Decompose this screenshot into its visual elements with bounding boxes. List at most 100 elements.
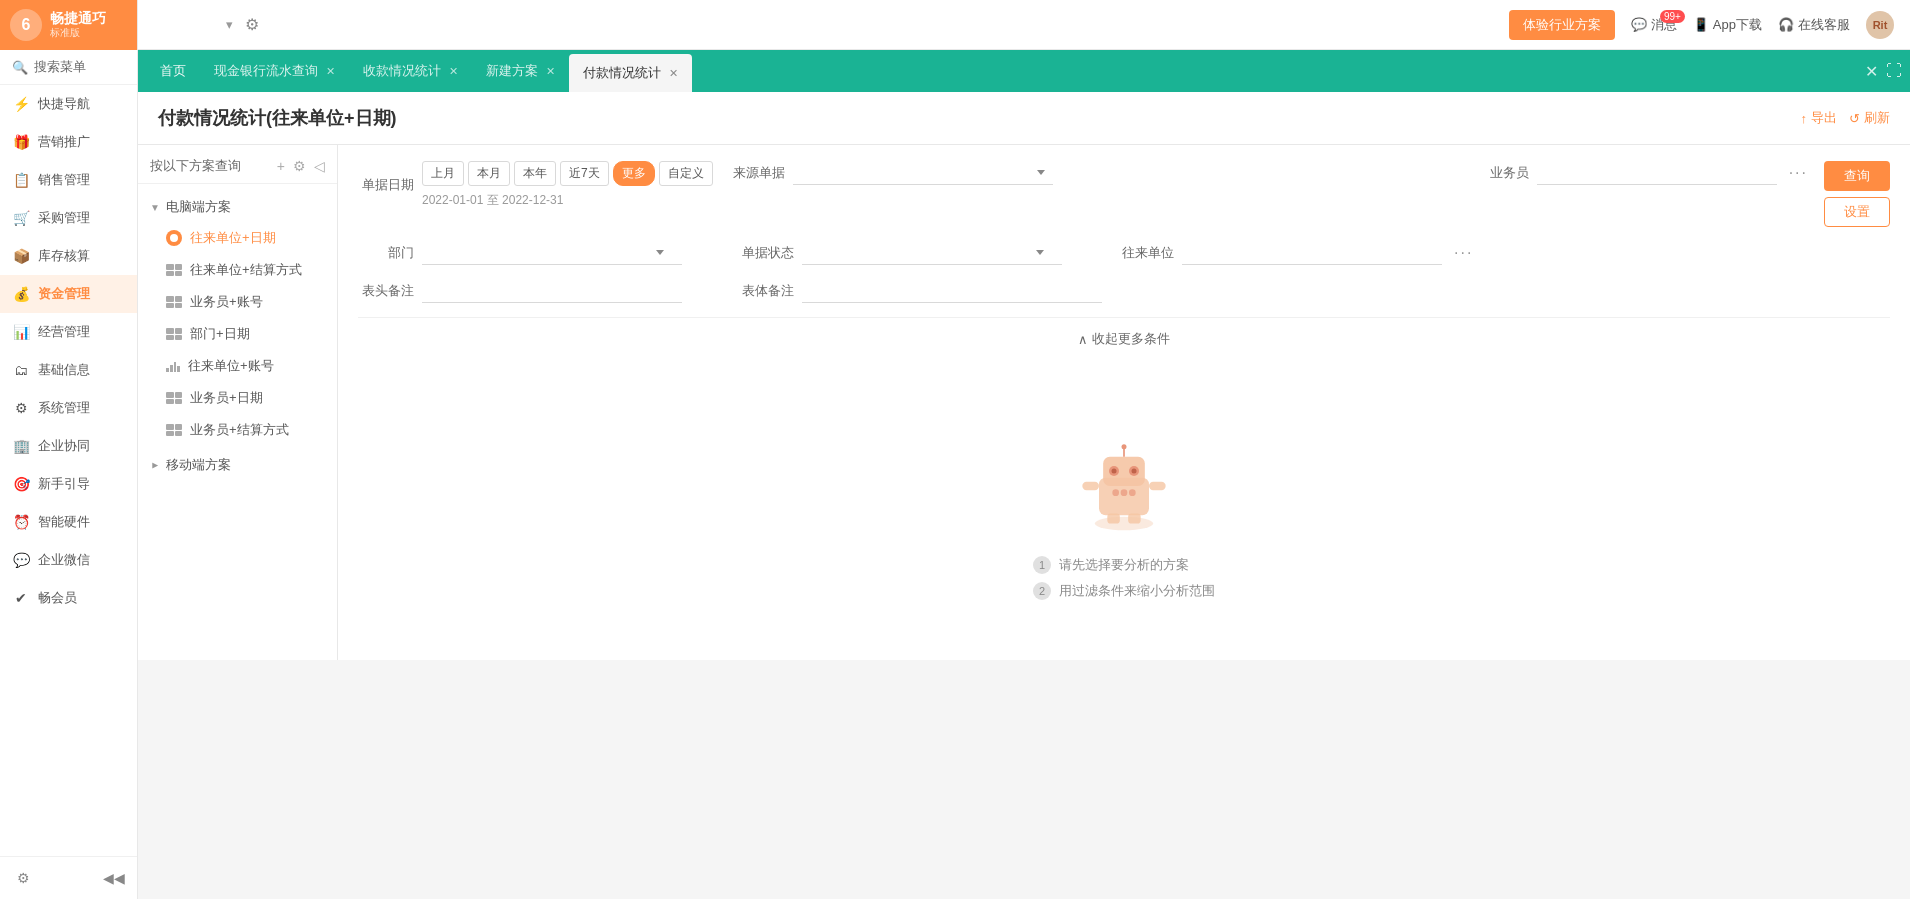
voucher-status-select-wrap[interactable] bbox=[802, 241, 1062, 265]
footer-collapse-icon[interactable]: ◀◀ bbox=[103, 867, 125, 889]
scheme-group-mobile: ▼ 移动端方案 bbox=[138, 450, 337, 480]
trial-btn[interactable]: 体验行业方案 bbox=[1509, 10, 1615, 40]
topbar-dropdown-icon[interactable]: ▾ bbox=[226, 17, 233, 32]
tab-new-scheme[interactable]: 新建方案 ✕ bbox=[472, 50, 569, 92]
sidebar-search[interactable]: 🔍 搜索菜单 bbox=[0, 50, 137, 85]
sidebar-item-enterprise[interactable]: 🏢 企业协同 bbox=[0, 427, 137, 465]
scheme-item-unit-account[interactable]: 往来单位+账号 bbox=[138, 350, 337, 382]
dept-select-wrap[interactable] bbox=[422, 241, 682, 265]
query-btn[interactable]: 查询 bbox=[1824, 161, 1890, 191]
sales-icon: 📋 bbox=[12, 171, 30, 189]
topbar-service[interactable]: 🎧 在线客服 bbox=[1778, 16, 1850, 34]
sidebar-item-wechat[interactable]: 💬 企业微信 bbox=[0, 541, 137, 579]
scheme-item-staff-date[interactable]: 业务员+日期 bbox=[138, 382, 337, 414]
sidebar-item-system[interactable]: ⚙ 系统管理 bbox=[0, 389, 137, 427]
date-btn-more[interactable]: 更多 bbox=[613, 161, 655, 186]
scheme-collapse-icon[interactable]: ◁ bbox=[314, 158, 325, 174]
export-btn[interactable]: ↑ 导出 bbox=[1801, 109, 1838, 127]
sidebar-item-purchase[interactable]: 🛒 采购管理 bbox=[0, 199, 137, 237]
sidebar-item-capital[interactable]: 💰 资金管理 bbox=[0, 275, 137, 313]
scheme-item-unit-settle[interactable]: 往来单位+结算方式 bbox=[138, 254, 337, 286]
sidebar-item-quick-nav[interactable]: ⚡ 快捷导航 bbox=[0, 85, 137, 123]
sidebar-item-member[interactable]: ✔ 畅会员 bbox=[0, 579, 137, 617]
staff-dots-icon[interactable]: ··· bbox=[1789, 164, 1808, 182]
tab-expand-icon[interactable]: ⛶ bbox=[1886, 62, 1902, 80]
staff-label: 业务员 bbox=[1473, 164, 1529, 182]
quick-nav-icon: ⚡ bbox=[12, 95, 30, 113]
tab-close-all-icon[interactable]: ✕ bbox=[1865, 62, 1878, 81]
collapse-more-btn[interactable]: ∧ 收起更多条件 bbox=[1078, 330, 1170, 348]
scheme-item-unit-date[interactable]: 往来单位+日期 bbox=[138, 222, 337, 254]
wechat-label: 企业微信 bbox=[38, 551, 90, 569]
dept-input[interactable] bbox=[422, 245, 652, 260]
tab-payment-stats[interactable]: 付款情况统计 ✕ bbox=[569, 54, 692, 92]
sidebar-item-marketing[interactable]: 🎁 营销推广 bbox=[0, 123, 137, 161]
source-filter-group: 来源单据 bbox=[729, 161, 1457, 185]
staff-input[interactable] bbox=[1537, 161, 1777, 185]
tab-home[interactable]: 首页 bbox=[146, 50, 200, 92]
tab-receipt-stats-close[interactable]: ✕ bbox=[449, 65, 458, 78]
date-btn-this-year[interactable]: 本年 bbox=[514, 161, 556, 186]
mobile-group-label: 移动端方案 bbox=[166, 456, 231, 474]
capital-label: 资金管理 bbox=[38, 285, 90, 303]
unit-dots-icon[interactable]: ··· bbox=[1454, 244, 1473, 262]
date-btn-this-month[interactable]: 本月 bbox=[468, 161, 510, 186]
scheme-item-unit-date-icon bbox=[166, 230, 182, 246]
scheme-item-staff-account[interactable]: 业务员+账号 bbox=[138, 286, 337, 318]
sidebar-item-guide[interactable]: 🎯 新手引导 bbox=[0, 465, 137, 503]
sidebar-item-hardware[interactable]: ⏰ 智能硬件 bbox=[0, 503, 137, 541]
scheme-item-unit-account-icon bbox=[166, 360, 180, 372]
unit-input[interactable] bbox=[1182, 241, 1442, 265]
sales-label: 销售管理 bbox=[38, 171, 90, 189]
tab-new-scheme-close[interactable]: ✕ bbox=[546, 65, 555, 78]
tab-payment-stats-close[interactable]: ✕ bbox=[669, 67, 678, 80]
scheme-item-staff-account-label: 业务员+账号 bbox=[190, 293, 263, 311]
scheme-item-unit-settle-icon bbox=[166, 264, 182, 276]
svg-point-5 bbox=[1112, 469, 1117, 474]
purchase-label: 采购管理 bbox=[38, 209, 90, 227]
voucher-status-input[interactable] bbox=[802, 245, 1032, 260]
settings-btn[interactable]: 设置 bbox=[1824, 197, 1890, 227]
scheme-item-dept-date[interactable]: 部门+日期 bbox=[138, 318, 337, 350]
system-label: 系统管理 bbox=[38, 399, 90, 417]
filter-row-3: 表头备注 表体备注 bbox=[358, 279, 1890, 303]
sidebar-item-operation[interactable]: 📊 经营管理 bbox=[0, 313, 137, 351]
table-header-note-input[interactable] bbox=[422, 279, 682, 303]
date-btn-7days[interactable]: 近7天 bbox=[560, 161, 609, 186]
avatar[interactable]: Rit bbox=[1866, 11, 1894, 39]
scheme-group-mobile-title[interactable]: ▼ 移动端方案 bbox=[138, 450, 337, 480]
refresh-btn[interactable]: ↺ 刷新 bbox=[1849, 109, 1890, 127]
refresh-label: 刷新 bbox=[1864, 109, 1890, 127]
scheme-add-icon[interactable]: + bbox=[277, 158, 285, 174]
scheme-item-staff-settle-icon bbox=[166, 424, 182, 436]
sidebar-item-basic[interactable]: 🗂 基础信息 bbox=[0, 351, 137, 389]
dept-label: 部门 bbox=[358, 244, 414, 262]
topbar-app[interactable]: 📱 App下载 bbox=[1693, 16, 1762, 34]
app-icon: 📱 bbox=[1693, 17, 1709, 32]
scheme-item-dept-date-label: 部门+日期 bbox=[190, 325, 250, 343]
scheme-item-staff-settle[interactable]: 业务员+结算方式 bbox=[138, 414, 337, 446]
sidebar-item-sales[interactable]: 📋 销售管理 bbox=[0, 161, 137, 199]
date-btn-last-month[interactable]: 上月 bbox=[422, 161, 464, 186]
scheme-settings-icon[interactable]: ⚙ bbox=[293, 158, 306, 174]
scheme-panel-title: 按以下方案查询 bbox=[150, 157, 241, 175]
unit-filter-group: 往来单位 ··· bbox=[1118, 241, 1473, 265]
source-input[interactable] bbox=[793, 165, 1033, 180]
date-btn-custom[interactable]: 自定义 bbox=[659, 161, 713, 186]
topbar-settings-icon[interactable]: ⚙ bbox=[245, 15, 259, 34]
scheme-group-desktop-title[interactable]: ▼ 电脑端方案 bbox=[138, 192, 337, 222]
table-body-note-input[interactable] bbox=[802, 279, 1102, 303]
sidebar-item-inventory[interactable]: 📦 库存核算 bbox=[0, 237, 137, 275]
tab-receipt-stats[interactable]: 收款情况统计 ✕ bbox=[349, 50, 472, 92]
source-select-wrap[interactable] bbox=[793, 161, 1053, 185]
svg-point-0 bbox=[1095, 517, 1153, 530]
footer-settings-icon[interactable]: ⚙ bbox=[12, 867, 34, 889]
tab-bank-flow-close[interactable]: ✕ bbox=[326, 65, 335, 78]
tip2-num: 2 bbox=[1033, 582, 1051, 600]
marketing-icon: 🎁 bbox=[12, 133, 30, 151]
empty-state: 1 请先选择要分析的方案 2 用过滤条件来缩小分析范围 bbox=[338, 376, 1910, 660]
content-area: 付款情况统计(往来单位+日期) ↑ 导出 ↺ 刷新 按以下方案查询 + bbox=[138, 92, 1910, 899]
page-title: 付款情况统计(往来单位+日期) bbox=[158, 106, 397, 130]
tab-bank-flow[interactable]: 现金银行流水查询 ✕ bbox=[200, 50, 349, 92]
topbar-msg[interactable]: 💬 消息 99+ bbox=[1631, 16, 1677, 34]
